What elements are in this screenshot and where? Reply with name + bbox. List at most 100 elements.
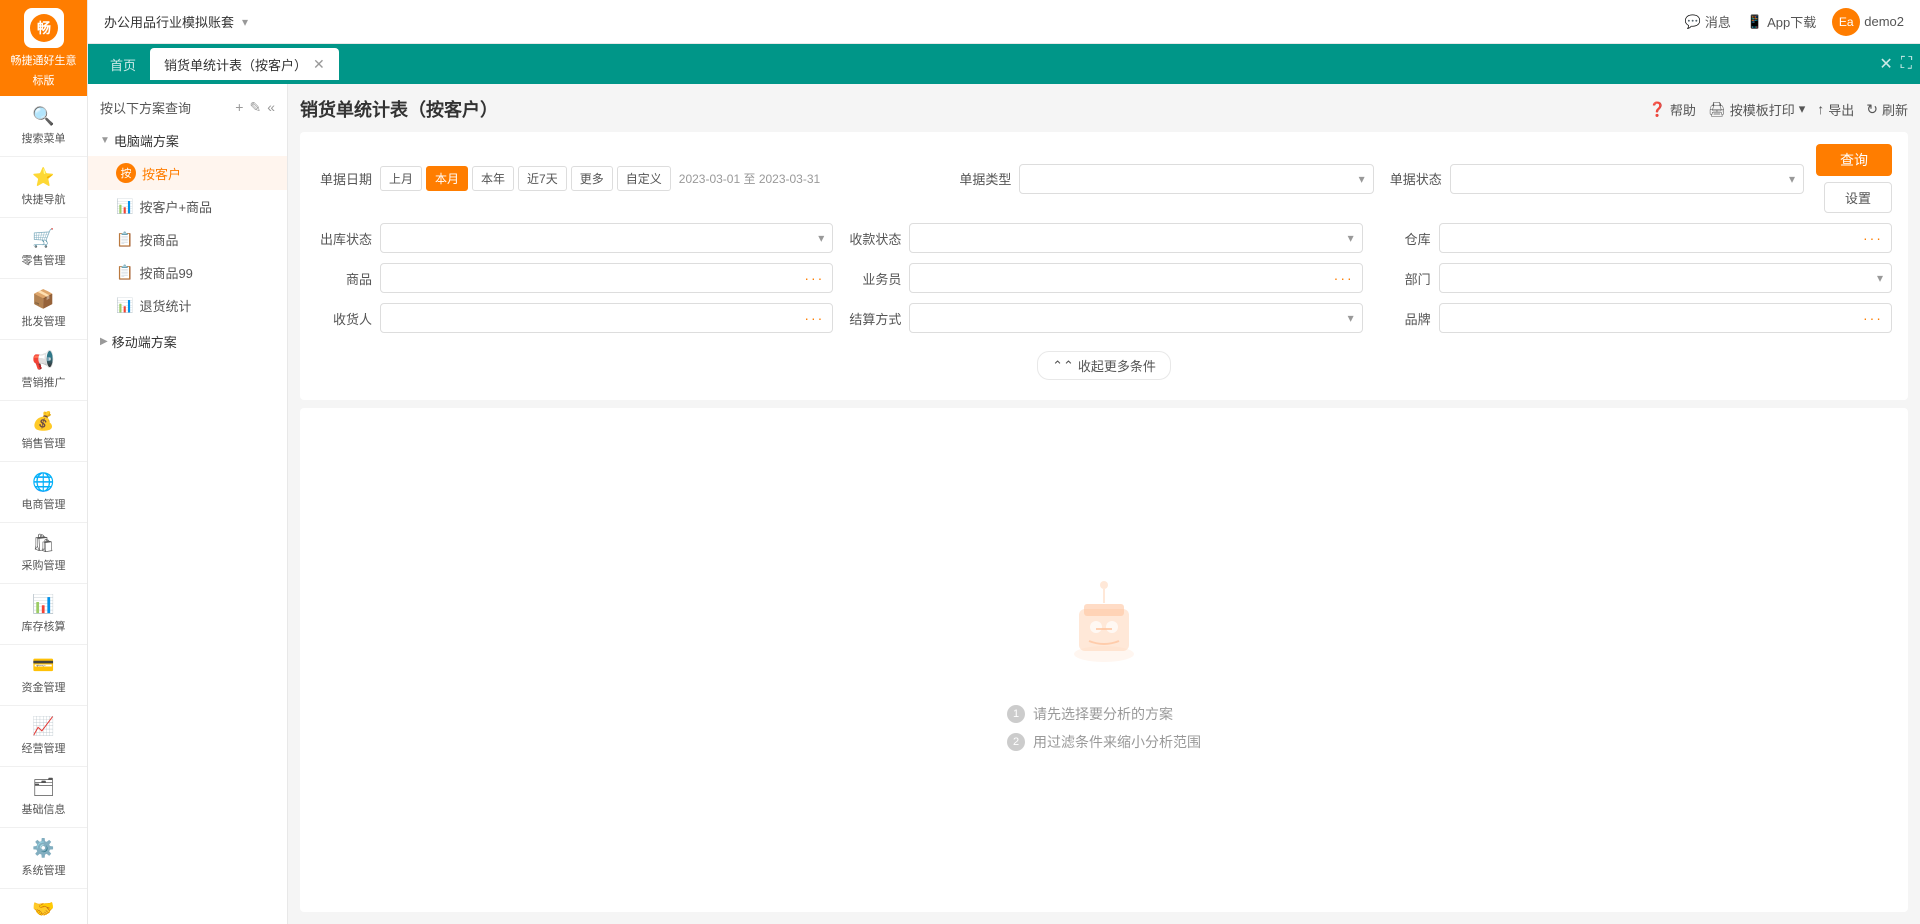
filter-row-4: 收货人 ··· 结算方式 ▾ 品牌: [316, 303, 1892, 333]
message-btn[interactable]: 💬 消息: [1685, 12, 1731, 31]
tip-num-1: 1: [1007, 705, 1025, 723]
wholesale-icon: 📦: [32, 289, 54, 310]
tree-parent-mobile[interactable]: ▶ 移动端方案: [88, 326, 287, 357]
sidebar-item-ecommerce[interactable]: 🌐 电商管理: [0, 462, 87, 523]
refresh-icon: ↻: [1866, 101, 1878, 118]
date-btn-this-year[interactable]: 本年: [472, 166, 514, 191]
filter-salesperson: 业务员 ···: [845, 263, 1362, 293]
inventory-icon: 📊: [32, 594, 54, 615]
receipt-status-dropdown-icon: ▾: [1348, 231, 1354, 245]
settings-btn[interactable]: 设置: [1824, 182, 1892, 213]
sidebar-item-search-label: 搜索菜单: [22, 130, 66, 146]
print-icon: 🖨: [1708, 101, 1726, 118]
sidebar-item-basic[interactable]: 🗂 基础信息: [0, 767, 87, 828]
receiver-select[interactable]: ···: [380, 303, 833, 333]
page-actions: ❓ 帮助 🖨 按模板打印 ▾ ↑ 导出 ↻ 刷新: [1648, 100, 1908, 119]
tab-expand-btn[interactable]: ⛶: [1901, 55, 1912, 73]
out-status-select[interactable]: ▾: [380, 223, 833, 253]
tab-home[interactable]: 首页: [96, 48, 150, 80]
help-label: 帮助: [1670, 100, 1696, 119]
sidebar-item-purchase[interactable]: 🛍 采购管理: [0, 523, 87, 584]
sidebar-item-inventory[interactable]: 📊 库存核算: [0, 584, 87, 645]
tree-child-by-product[interactable]: 📋 按商品: [88, 223, 287, 256]
tab-close-btn[interactable]: ✕: [313, 57, 325, 71]
date-btn-last7[interactable]: 近7天: [518, 166, 567, 191]
user-btn[interactable]: Ea demo2: [1832, 8, 1904, 36]
finance-icon: 💳: [32, 655, 54, 676]
query-btn[interactable]: 查询: [1816, 144, 1892, 176]
date-btn-more[interactable]: 更多: [571, 166, 613, 191]
tip-num-2: 2: [1007, 733, 1025, 751]
receipt-status-select[interactable]: ▾: [909, 223, 1362, 253]
sidebar-item-quicknav-label: 快捷导航: [22, 191, 66, 207]
page-title: 销货单统计表（按客户）: [300, 96, 498, 122]
empty-tip-2: 2 用过滤条件来缩小分析范围: [1007, 732, 1201, 752]
out-status-dropdown-icon: ▾: [818, 231, 824, 245]
tree-child-by-customer[interactable]: 按 按客户: [88, 156, 287, 190]
edit-scheme-btn[interactable]: ✎: [249, 99, 261, 116]
brand-select[interactable]: ···: [1439, 303, 1892, 333]
sidebar-item-wholesale[interactable]: 📦 批发管理: [0, 279, 87, 340]
refresh-btn[interactable]: ↻ 刷新: [1866, 100, 1908, 119]
sidebar-item-system[interactable]: ⚙️ 系统管理: [0, 828, 87, 889]
department-select[interactable]: ▾: [1439, 263, 1892, 293]
sidebar-item-operation[interactable]: 📈 经营管理: [0, 706, 87, 767]
date-btn-last-month[interactable]: 上月: [380, 166, 422, 191]
sidebar-item-system-label: 系统管理: [22, 862, 66, 878]
collapse-row: ⌃⌃ 收起更多条件: [316, 343, 1892, 388]
sidebar-item-enterprise[interactable]: 🤝 企业协同: [0, 889, 87, 924]
filter-row-3: 商品 ··· 业务员 ··· 部门: [316, 263, 1892, 293]
list-icon-2: 📋: [116, 264, 133, 281]
help-btn[interactable]: ❓ 帮助: [1648, 100, 1695, 119]
collapse-btn[interactable]: ⌃⌃ 收起更多条件: [1037, 351, 1171, 380]
sidebar-item-quicknav[interactable]: ⭐ 快捷导航: [0, 157, 87, 218]
left-panel-title: 按以下方案查询: [100, 98, 191, 117]
sidebar-item-search[interactable]: 🔍 搜索菜单: [0, 96, 87, 157]
collapse-panel-btn[interactable]: «: [267, 99, 275, 116]
salesperson-select[interactable]: ···: [909, 263, 1362, 293]
message-icon: 💬: [1685, 14, 1701, 30]
filter-row-1: 单据日期 上月 本月 本年 近7天 更多 自定义 2023-03-01 至 20…: [316, 144, 1892, 213]
sidebar-item-basic-label: 基础信息: [22, 801, 66, 817]
date-btn-custom[interactable]: 自定义: [617, 166, 671, 191]
sidebar-item-marketing[interactable]: 📢 营销推广: [0, 340, 87, 401]
tab-close-all-btn[interactable]: ✕: [1879, 54, 1892, 74]
list-icon-1: 📋: [116, 231, 133, 248]
doc-type-select[interactable]: ▾: [1019, 164, 1373, 194]
settlement-select[interactable]: ▾: [909, 303, 1362, 333]
sidebar-item-marketing-label: 营销推广: [22, 374, 66, 390]
top-nav: 办公用品行业模拟账套 ▾ 💬 消息 📱 App下载 Ea demo2: [88, 0, 1920, 44]
filter-product: 商品 ···: [316, 263, 833, 293]
filter-area: 单据日期 上月 本月 本年 近7天 更多 自定义 2023-03-01 至 20…: [300, 132, 1908, 400]
app-download-btn[interactable]: 📱 App下载: [1747, 12, 1816, 31]
doc-status-select[interactable]: ▾: [1450, 164, 1804, 194]
settlement-label: 结算方式: [845, 309, 901, 328]
sales-icon: 💰: [32, 411, 54, 432]
tree-child-by-product-99[interactable]: 📋 按商品99: [88, 256, 287, 289]
filter-out-status: 出库状态 ▾: [316, 223, 833, 253]
filter-brand: 品牌 ···: [1375, 303, 1892, 333]
tree-child-by-customer-product[interactable]: 📊 按客户+商品: [88, 190, 287, 223]
receiver-dots: ···: [804, 310, 824, 326]
logo-area: 畅 畅捷通好生意 标版: [0, 0, 87, 96]
sidebar-item-retail-label: 零售管理: [22, 252, 66, 268]
add-scheme-btn[interactable]: +: [235, 99, 243, 116]
export-btn[interactable]: ↑ 导出: [1817, 100, 1854, 119]
quicknav-icon: ⭐: [32, 167, 54, 188]
tree-child-refund-stat[interactable]: 📊 退货统计: [88, 289, 287, 322]
salesperson-dots: ···: [1334, 270, 1354, 286]
tab-sales-stat[interactable]: 销货单统计表（按客户） ✕: [150, 48, 339, 80]
right-action-area: 查询 设置: [1816, 144, 1892, 213]
sidebar-menu: 🔍 搜索菜单 ⭐ 快捷导航 🛒 零售管理 📦 批发管理 📢 营销推广 💰 销售管…: [0, 96, 87, 924]
template-print-btn[interactable]: 🖨 按模板打印 ▾: [1708, 100, 1805, 119]
date-btn-this-month[interactable]: 本月: [426, 166, 468, 191]
filter-settlement: 结算方式 ▾: [845, 303, 1362, 333]
top-nav-dropdown[interactable]: ▾: [242, 15, 248, 29]
warehouse-select[interactable]: ···: [1439, 223, 1892, 253]
sidebar-item-retail[interactable]: 🛒 零售管理: [0, 218, 87, 279]
operation-icon: 📈: [32, 716, 54, 737]
product-select[interactable]: ···: [380, 263, 833, 293]
sidebar-item-finance[interactable]: 💳 资金管理: [0, 645, 87, 706]
tree-parent-pc[interactable]: ▼ 电脑端方案: [88, 125, 287, 156]
sidebar-item-sales[interactable]: 💰 销售管理: [0, 401, 87, 462]
